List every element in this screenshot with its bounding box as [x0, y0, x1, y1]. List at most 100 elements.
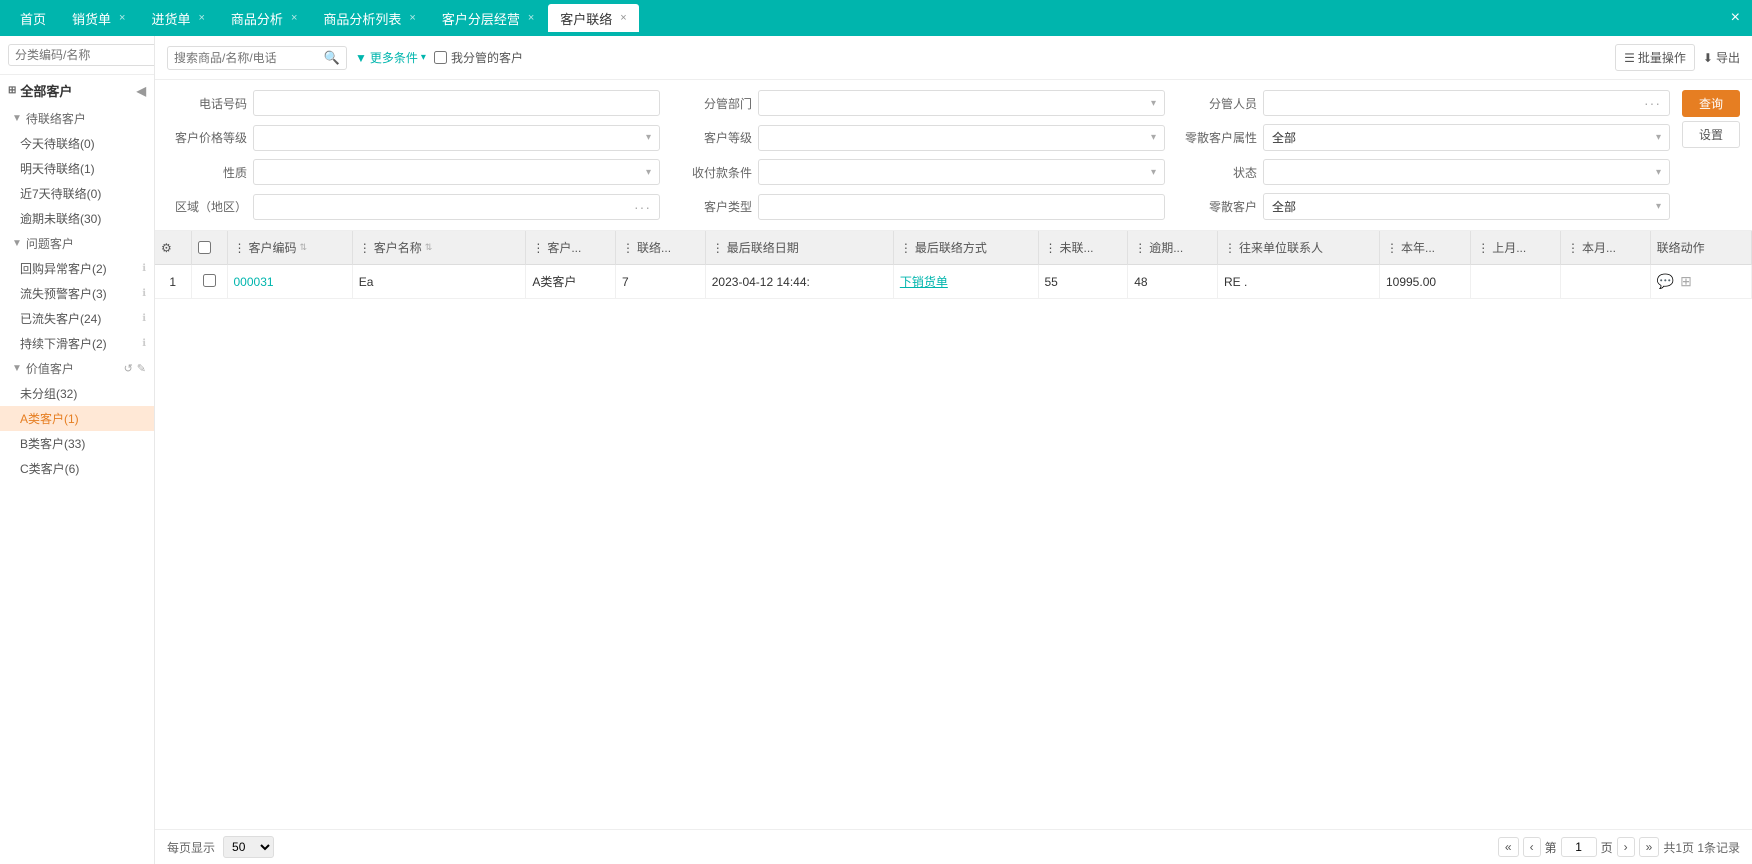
prev-page-btn[interactable]: ‹	[1523, 837, 1541, 857]
filter-dept: 分管部门 ▾	[672, 90, 1165, 116]
pagination: « ‹ 第 页 › » 共1页 1条记录	[1498, 837, 1740, 857]
close-product-analysis-list[interactable]: ×	[409, 12, 415, 24]
first-page-btn[interactable]: «	[1498, 837, 1519, 857]
region-input[interactable]: ···	[253, 194, 660, 220]
nav-purchase-order[interactable]: 进货单 ×	[139, 4, 216, 32]
close-purchase-order[interactable]: ×	[198, 12, 204, 24]
select-all-checkbox[interactable]	[198, 241, 211, 254]
th-overdue: ⋮ 逾期...	[1128, 231, 1218, 265]
sidebar-item-churned[interactable]: 已流失客户(24) ℹ	[0, 306, 154, 331]
advanced-filter: 电话号码 分管部门 ▾ 分管人员	[155, 80, 1752, 231]
sidebar-group-value[interactable]: ▼ 价值客户 ↺ ✎	[0, 356, 154, 381]
row-not-contacted: 55	[1038, 265, 1128, 299]
retail-attr-select[interactable]: 全部 ▾	[1263, 124, 1670, 151]
manager-input[interactable]: ···	[1263, 90, 1670, 116]
collapse-icon[interactable]: ◀	[137, 84, 146, 98]
query-action-area: 查询 设置	[1682, 90, 1740, 148]
close-customer-tier[interactable]: ×	[528, 12, 534, 24]
settings-btn[interactable]: 设置	[1682, 121, 1740, 148]
page-number-input[interactable]	[1561, 837, 1597, 857]
batch-op-btn[interactable]: ☰ 批量操作	[1615, 44, 1695, 71]
grid-action-icon[interactable]: ⊞	[1680, 273, 1692, 290]
row-checkbox[interactable]	[203, 274, 216, 287]
close-sales-order[interactable]: ×	[119, 12, 125, 24]
filter-retail-customer: 零散客户 全部 ▾	[1177, 193, 1670, 220]
row-last-date: 2023-04-12 14:44:	[705, 265, 893, 299]
last-page-btn[interactable]: »	[1639, 837, 1660, 857]
th-checkbox	[191, 231, 227, 265]
sort-name-icon[interactable]: ⇅	[425, 242, 433, 253]
th-contact-count: ⋮ 联络...	[616, 231, 706, 265]
retail-customer-chevron: ▾	[1656, 201, 1661, 212]
sidebar-item-today[interactable]: 今天待联络(0)	[0, 131, 154, 156]
customer-table-container: ⚙ ⋮ 客户编码 ⇅	[155, 231, 1752, 829]
sidebar-item-tomorrow[interactable]: 明天待联络(1)	[0, 156, 154, 181]
export-icon: ⬇	[1703, 51, 1713, 65]
sidebar-group-problem[interactable]: ▼ 问题客户	[0, 231, 154, 256]
row-code[interactable]: 000031	[227, 265, 352, 299]
sidebar-item-7days[interactable]: 近7天待联络(0)	[0, 181, 154, 206]
refresh-icon[interactable]: ↺	[124, 362, 133, 375]
query-btn[interactable]: 查询	[1682, 90, 1740, 117]
nav-customer-tier[interactable]: 客户分层经营 ×	[430, 4, 546, 32]
nav-customer-contact[interactable]: 客户联络 ×	[548, 4, 638, 32]
filter-row-3: 性质 ▾ 收付款条件 ▾	[167, 159, 1670, 185]
nav-sales-order[interactable]: 销货单 ×	[60, 4, 137, 32]
status-chevron: ▾	[1656, 167, 1661, 178]
sidebar-item-a-class[interactable]: A类客户(1)	[0, 406, 154, 431]
sort-code-icon[interactable]: ⇅	[300, 242, 308, 253]
filter-phone: 电话号码	[167, 90, 660, 116]
row-last-method[interactable]: 下销货单	[893, 265, 1038, 299]
customer-type-input[interactable]	[758, 194, 1165, 220]
sidebar-all-customers[interactable]: ⊞ 全部客户 ◀	[0, 75, 154, 106]
payment-select[interactable]: ▾	[758, 159, 1165, 185]
edit-icon[interactable]: ✎	[137, 362, 146, 375]
info-icon-1: ℹ	[142, 263, 146, 274]
filter-nature: 性质 ▾	[167, 159, 660, 185]
grid-icon: ⊞	[8, 85, 16, 96]
sidebar-item-churn-warning[interactable]: 流失预警客户(3) ℹ	[0, 281, 154, 306]
close-customer-contact[interactable]: ×	[620, 12, 626, 24]
nav-product-analysis-list[interactable]: 商品分析列表 ×	[311, 4, 427, 32]
filter-customer-type: 客户类型	[672, 194, 1165, 220]
next-page-btn[interactable]: ›	[1617, 837, 1635, 857]
export-btn[interactable]: ⬇ 导出	[1703, 49, 1740, 66]
sidebar-item-overdue-contact[interactable]: 逾期未联络(30)	[0, 206, 154, 231]
customer-grade-select[interactable]: ▾	[758, 125, 1165, 151]
chevron-down-icon: ▾	[421, 52, 426, 63]
sidebar-group-pending[interactable]: ▼ 待联络客户	[0, 106, 154, 131]
th-settings[interactable]: ⚙	[155, 231, 191, 265]
nature-select[interactable]: ▾	[253, 159, 660, 185]
chat-action-icon[interactable]: 💬	[1657, 273, 1674, 290]
price-grade-select[interactable]: ▾	[253, 125, 660, 151]
filter-region: 区域（地区） ···	[167, 194, 660, 220]
row-contact-count: 7	[616, 265, 706, 299]
page-size-select[interactable]: 50 100 200	[223, 836, 274, 858]
retail-attr-chevron: ▾	[1656, 132, 1661, 143]
retail-customer-select[interactable]: 全部 ▾	[1263, 193, 1670, 220]
sidebar-item-declining[interactable]: 持续下滑客户(2) ℹ	[0, 331, 154, 356]
sidebar-item-repurchase-abnormal[interactable]: 回购异常客户(2) ℹ	[0, 256, 154, 281]
phone-input[interactable]	[253, 90, 660, 116]
nav-home[interactable]: 首页	[8, 4, 58, 32]
sidebar-item-b-class[interactable]: B类客户(33)	[0, 431, 154, 456]
status-select[interactable]: ▾	[1263, 159, 1670, 185]
dept-select[interactable]: ▾	[758, 90, 1165, 116]
row-overdue: 48	[1128, 265, 1218, 299]
filter-search-area: 🔍	[167, 46, 347, 70]
top-nav: 首页 销货单 × 进货单 × 商品分析 × 商品分析列表 × 客户分层经营 × …	[0, 0, 1752, 36]
nav-product-analysis[interactable]: 商品分析 ×	[219, 4, 309, 32]
row-last-month	[1471, 265, 1561, 299]
sidebar-item-c-class[interactable]: C类客户(6)	[0, 456, 154, 481]
more-filters-btn[interactable]: ▼ 更多条件 ▾	[355, 49, 426, 66]
filter-search-icon[interactable]: 🔍	[324, 50, 340, 66]
region-dots: ···	[634, 199, 651, 215]
my-customers-checkbox[interactable]	[434, 51, 447, 64]
sidebar-search-input[interactable]	[8, 44, 155, 66]
filter-payment: 收付款条件 ▾	[672, 159, 1165, 185]
close-product-analysis[interactable]: ×	[291, 12, 297, 24]
filter-search-input[interactable]	[174, 51, 320, 65]
sidebar-item-ungrouped[interactable]: 未分组(32)	[0, 381, 154, 406]
filter-retail-attr: 零散客户属性 全部 ▾	[1177, 124, 1670, 151]
global-close-btn[interactable]: ×	[1727, 5, 1744, 31]
